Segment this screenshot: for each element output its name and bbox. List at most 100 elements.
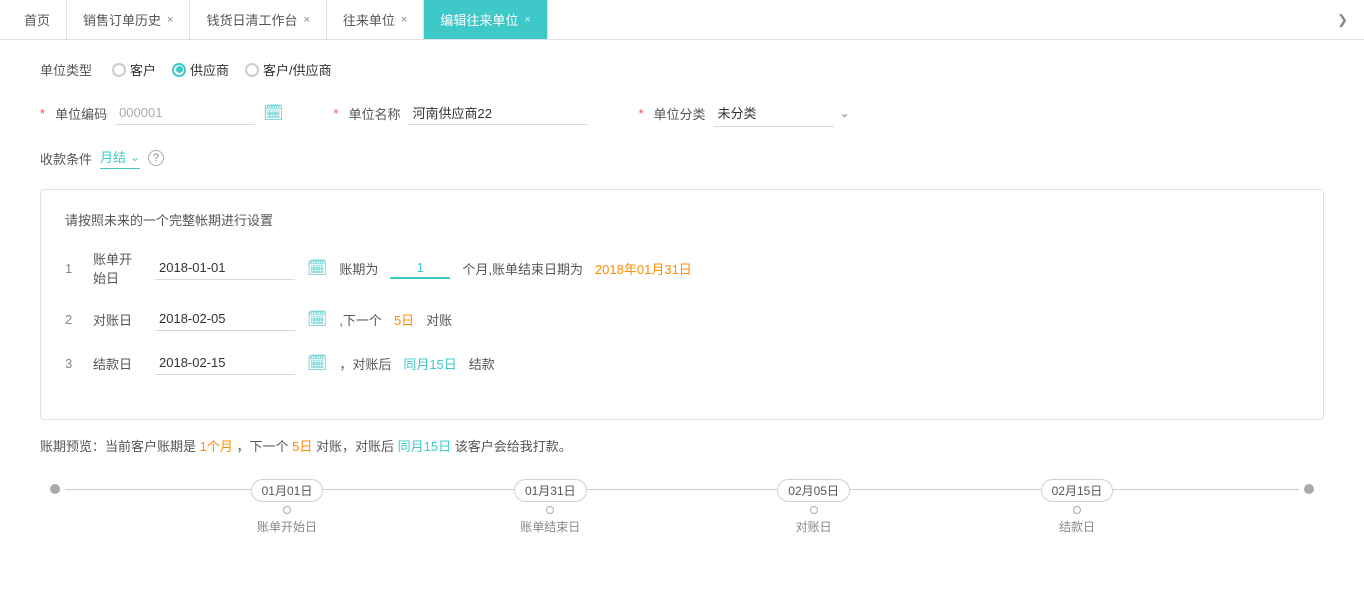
settings-instruction: 请按照未来的一个完整帐期进行设置 — [65, 210, 1299, 229]
timeline-row-2: 2 对账日 🗓 ,下一个 5日 对账 — [65, 307, 1299, 331]
timeline-badge-date1: 01月01日 — [251, 479, 324, 502]
start-date-input[interactable] — [155, 256, 295, 280]
timeline-dot-end — [1304, 484, 1314, 494]
timeline-point-date4: 02月15日 结款日 — [1041, 479, 1114, 535]
main-content: 单位类型 客户 供应商 客户/供应商 * 单位编码 🗓 — [0, 40, 1364, 608]
timeline-row-1: 1 账单开始日 🗓 账期为 个月,账单结束日期为 2018年01月31日 — [65, 249, 1299, 287]
unit-name-group: * 单位名称 — [333, 101, 588, 125]
unit-code-input[interactable] — [115, 101, 255, 125]
tab-close-sales-history[interactable]: × — [167, 14, 173, 26]
timeline-dot-start — [50, 484, 60, 494]
timeline-chart-container: 01月01日 账单开始日 01月31日 账单结束日 02月05日 对账日 — [40, 479, 1324, 539]
row3-desc-prefix: ，对账后 — [339, 354, 391, 373]
row2-desc-prefix: ,下一个 — [339, 310, 382, 329]
tab-edit-counterpart[interactable]: 编辑往来单位 × — [424, 0, 547, 39]
preview-part3: 同月15日 — [398, 439, 451, 454]
timeline-badge-date2: 01月31日 — [514, 479, 587, 502]
preview-suffix: 该客户会给我打款。 — [455, 439, 572, 454]
tab-close-cash-workbench[interactable]: × — [303, 14, 309, 26]
reconcile-date-input[interactable] — [155, 307, 295, 331]
timeline-badge-date3: 02月05日 — [777, 479, 850, 502]
tab-counterpart[interactable]: 往来单位 × — [327, 0, 424, 39]
row-num-1: 1 — [65, 261, 81, 276]
unit-name-input[interactable] — [408, 101, 588, 125]
unit-category-group: * 单位分类 未分类 ⌄ — [638, 99, 849, 127]
tab-close-edit-counterpart[interactable]: × — [524, 14, 530, 26]
reconcile-date-calendar-icon[interactable]: 🗓 — [307, 309, 327, 329]
timeline-point-date2: 01月31日 账单结束日 — [514, 479, 587, 535]
timeline-dot-date2 — [546, 506, 554, 514]
unit-info-row: * 单位编码 🗓 * 单位名称 * 单位分类 未分类 ⌄ — [40, 99, 1324, 127]
preview-sep1: ，下一个 — [237, 439, 289, 454]
settings-box: 请按照未来的一个完整帐期进行设置 1 账单开始日 🗓 账期为 个月,账单结束日期… — [40, 189, 1324, 420]
tab-close-counterpart[interactable]: × — [401, 14, 407, 26]
radio-circle-both — [245, 63, 259, 77]
radio-supplier[interactable]: 供应商 — [172, 60, 229, 79]
row-type-label-2: 对账日 — [93, 310, 143, 329]
preview-part1: 1个月 — [200, 439, 233, 454]
row1-desc-prefix: 账期为 — [339, 259, 378, 278]
timeline-sublabel-date4: 结款日 — [1059, 518, 1095, 535]
row2-highlight: 5日 — [394, 310, 414, 329]
timeline-dot-date3 — [810, 506, 818, 514]
row3-highlight: 同月15日 — [403, 354, 456, 373]
months-input[interactable] — [390, 258, 450, 279]
tab-more-arrow[interactable]: ❯ — [1329, 0, 1356, 39]
unit-type-row: 单位类型 客户 供应商 客户/供应商 — [40, 60, 1324, 79]
timeline-point-date3: 02月05日 对账日 — [777, 479, 850, 535]
timeline-point-end — [1304, 479, 1314, 494]
row3-desc-suffix: 结款 — [469, 354, 495, 373]
timeline-dot-date4 — [1073, 506, 1081, 514]
preview-sep2: 对账，对账后 — [316, 439, 394, 454]
radio-circle-supplier — [172, 63, 186, 77]
preview-part2: 5日 — [292, 439, 312, 454]
timeline-point-date1: 01月01日 账单开始日 — [251, 479, 324, 535]
row1-date-highlight: 2018年01月31日 — [595, 259, 692, 278]
unit-category-value: 未分类 — [714, 99, 834, 127]
unit-category-chevron[interactable]: ⌄ — [840, 106, 850, 120]
timeline-points: 01月01日 账单开始日 01月31日 账单结束日 02月05日 对账日 — [50, 479, 1314, 535]
payment-condition-label: 收款条件 — [40, 149, 92, 168]
timeline-point-start — [50, 479, 60, 494]
unit-code-icon[interactable]: 🗓 — [263, 103, 283, 123]
tab-sales-history[interactable]: 销售订单历史 × — [67, 0, 190, 39]
payment-date-input[interactable] — [155, 351, 295, 375]
row-type-label-1: 账单开始日 — [93, 249, 143, 287]
timeline-sublabel-date2: 账单结束日 — [520, 518, 580, 535]
radio-dot-supplier — [176, 66, 183, 73]
payment-help-icon[interactable]: ? — [148, 150, 164, 166]
timeline-badge-date4: 02月15日 — [1041, 479, 1114, 502]
payment-condition-value: 月结 — [100, 147, 126, 166]
start-date-calendar-icon[interactable]: 🗓 — [307, 258, 327, 278]
unit-code-group: * 单位编码 🗓 — [40, 101, 283, 125]
row1-desc-suffix: 个月,账单结束日期为 — [462, 259, 583, 278]
unit-type-radio-group: 客户 供应商 客户/供应商 — [112, 60, 332, 79]
payment-date-calendar-icon[interactable]: 🗓 — [307, 353, 327, 373]
unit-code-star: * — [40, 106, 45, 121]
timeline-sublabel-date1: 账单开始日 — [257, 518, 317, 535]
unit-category-label: 单位分类 — [654, 104, 706, 123]
unit-name-star: * — [333, 106, 338, 121]
row-num-3: 3 — [65, 356, 81, 371]
unit-code-label: 单位编码 — [55, 104, 107, 123]
timeline-row-3: 3 结款日 🗓 ，对账后 同月15日 结款 — [65, 351, 1299, 375]
unit-category-select[interactable]: 未分类 ⌄ — [714, 99, 850, 127]
payment-chevron-icon[interactable]: ⌄ — [130, 150, 140, 164]
preview-label: 账期预览：当前客户账期是 — [40, 439, 196, 454]
timeline-sublabel-date3: 对账日 — [796, 518, 832, 535]
unit-type-label: 单位类型 — [40, 60, 92, 79]
payment-condition-select[interactable]: 月结 ⌄ — [100, 147, 140, 169]
payment-condition-row: 收款条件 月结 ⌄ ? — [40, 147, 1324, 169]
preview-text: 账期预览：当前客户账期是 1个月 ，下一个 5日 对账，对账后 同月15日 该客… — [40, 436, 1324, 455]
radio-customer[interactable]: 客户 — [112, 60, 156, 79]
tab-home[interactable]: 首页 — [8, 0, 67, 39]
radio-both[interactable]: 客户/供应商 — [245, 60, 332, 79]
row-type-label-3: 结款日 — [93, 354, 143, 373]
unit-category-star: * — [638, 106, 643, 121]
radio-circle-customer — [112, 63, 126, 77]
row-num-2: 2 — [65, 312, 81, 327]
tab-cash-workbench[interactable]: 钱货日清工作台 × — [190, 0, 326, 39]
row2-desc-suffix: 对账 — [426, 310, 452, 329]
timeline-chart: 01月01日 账单开始日 01月31日 账单结束日 02月05日 对账日 — [50, 479, 1314, 539]
tab-bar: 首页 销售订单历史 × 钱货日清工作台 × 往来单位 × 编辑往来单位 × ❯ — [0, 0, 1364, 40]
